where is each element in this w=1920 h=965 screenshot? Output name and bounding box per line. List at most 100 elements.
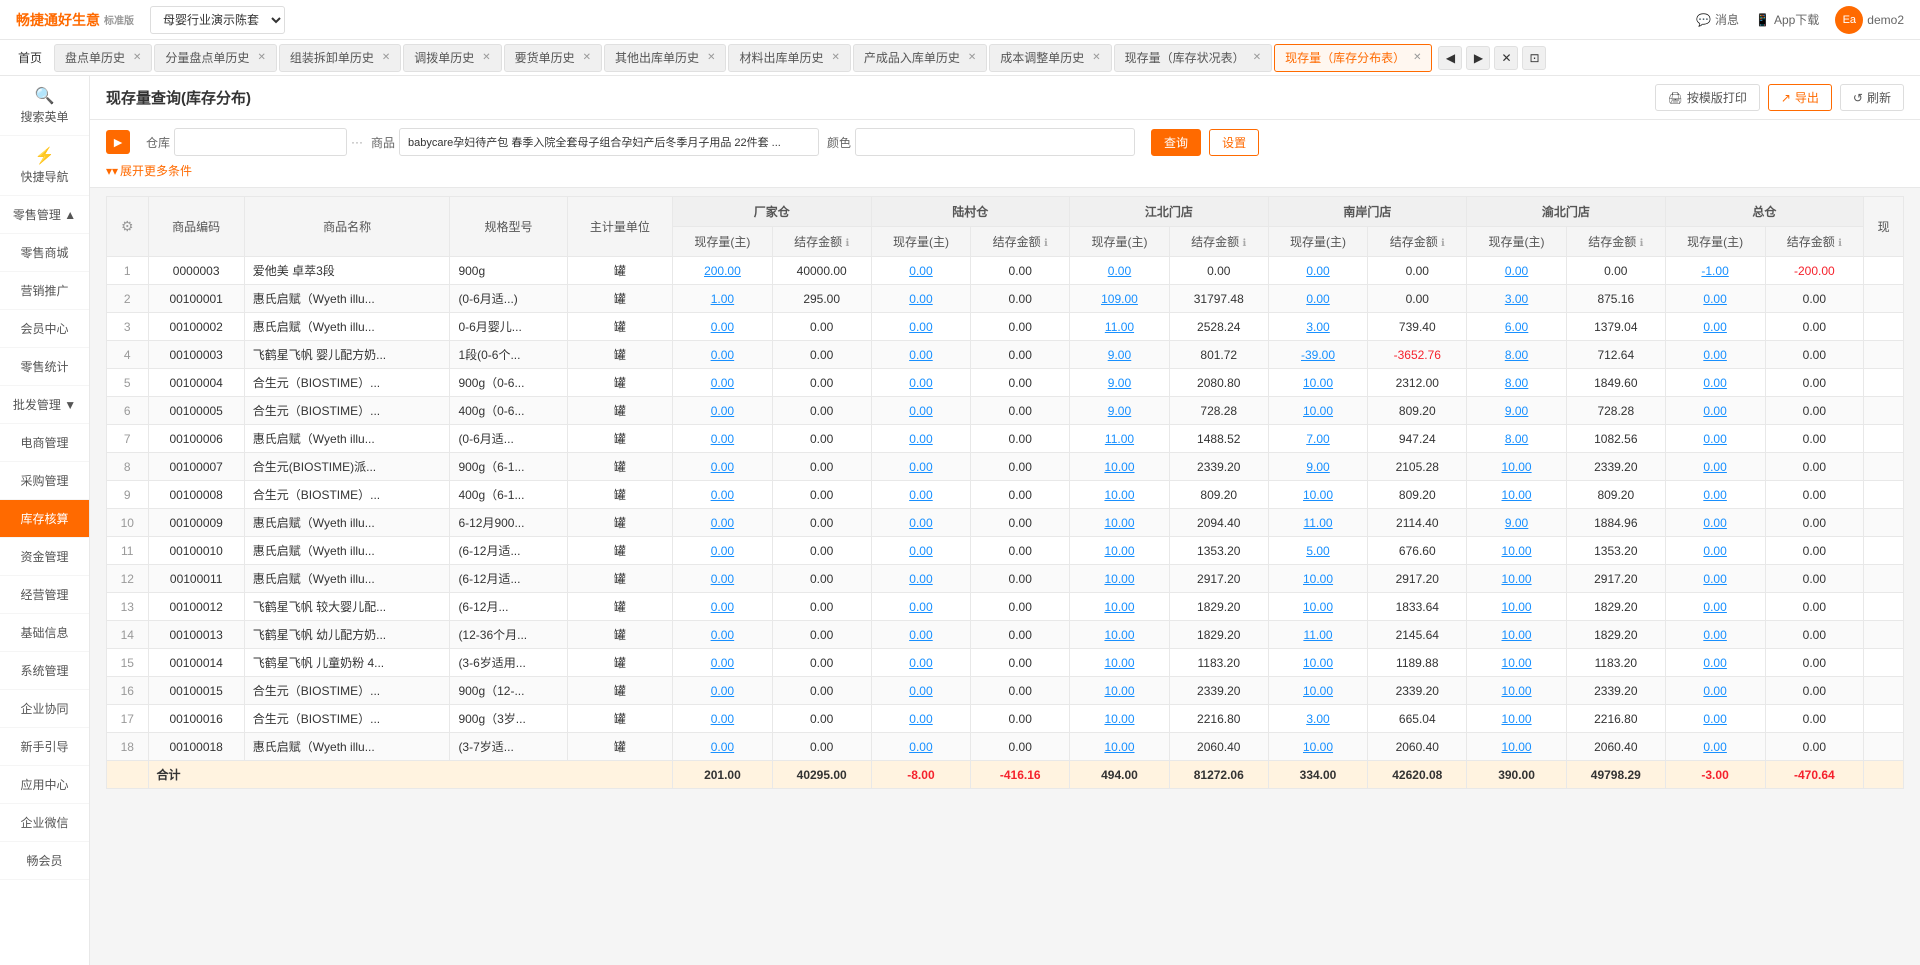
close-icon[interactable]: ✕ [1253, 52, 1261, 63]
sidebar-item-wholesale[interactable]: 批发管理 ▼ [0, 386, 89, 424]
table-cell[interactable]: 10.00 [1268, 397, 1368, 425]
product-input[interactable] [399, 128, 819, 156]
table-cell[interactable]: 10.00 [1268, 593, 1368, 621]
table-cell[interactable]: 0.00 [871, 705, 971, 733]
tab-stock-status[interactable]: 现存量（库存状况表）✕ [1114, 44, 1272, 72]
expand-conditions-btn[interactable]: ▾▾ 展开更多条件 [106, 162, 1904, 179]
table-cell[interactable]: 109.00 [1070, 285, 1170, 313]
table-cell[interactable]: 0.00 [673, 397, 773, 425]
table-cell[interactable]: 0.00 [673, 593, 773, 621]
table-cell[interactable]: 10.00 [1070, 565, 1170, 593]
table-cell[interactable]: 0.00 [673, 481, 773, 509]
table-cell[interactable]: 0.00 [673, 649, 773, 677]
table-cell[interactable]: 1.00 [673, 285, 773, 313]
table-cell[interactable]: 0.00 [1268, 285, 1368, 313]
table-cell[interactable]: 10.00 [1070, 537, 1170, 565]
table-cell[interactable]: 0.00 [1665, 593, 1765, 621]
table-cell[interactable]: 10.00 [1070, 453, 1170, 481]
close-icon[interactable]: ✕ [583, 52, 591, 63]
sidebar-item-purchase[interactable]: 采购管理 [0, 462, 89, 500]
table-cell[interactable]: 0.00 [1665, 621, 1765, 649]
industry-selector[interactable]: 母婴行业演示陈套 [150, 6, 285, 34]
table-cell[interactable]: 11.00 [1070, 425, 1170, 453]
table-cell[interactable]: 10.00 [1070, 509, 1170, 537]
table-cell[interactable]: 11.00 [1268, 621, 1368, 649]
sidebar-item-member2[interactable]: 畅会员 [0, 842, 89, 880]
table-cell[interactable]: 8.00 [1467, 341, 1567, 369]
warehouse-input[interactable] [174, 128, 347, 156]
table-cell[interactable]: 10.00 [1467, 565, 1567, 593]
table-cell[interactable]: 5.00 [1268, 537, 1368, 565]
table-cell[interactable]: 0.00 [1467, 257, 1567, 285]
table-cell[interactable]: 0.00 [1070, 257, 1170, 285]
sidebar-item-member[interactable]: 会员中心 [0, 310, 89, 348]
tab-count-history[interactable]: 盘点单历史 ✕ [54, 44, 152, 72]
table-cell[interactable]: 10.00 [1467, 537, 1567, 565]
sidebar-item-enterprise[interactable]: 企业协同 [0, 690, 89, 728]
table-cell[interactable]: 10.00 [1467, 705, 1567, 733]
table-cell[interactable]: 0.00 [1665, 705, 1765, 733]
table-cell[interactable]: 3.00 [1268, 313, 1368, 341]
table-cell[interactable]: 0.00 [871, 649, 971, 677]
tab-assembly[interactable]: 组装拆卸单历史 ✕ [279, 44, 401, 72]
sidebar-item-operations[interactable]: 经营管理 [0, 576, 89, 614]
table-cell[interactable]: 3.00 [1268, 705, 1368, 733]
sidebar-item-nav[interactable]: ⚡ 快捷导航 [0, 136, 89, 196]
table-cell[interactable]: 200.00 [673, 257, 773, 285]
table-cell[interactable]: 0.00 [673, 425, 773, 453]
table-cell[interactable]: 0.00 [871, 369, 971, 397]
table-cell[interactable]: 0.00 [673, 677, 773, 705]
table-cell[interactable]: 0.00 [673, 313, 773, 341]
table-cell[interactable]: 7.00 [1268, 425, 1368, 453]
table-cell[interactable]: 0.00 [871, 257, 971, 285]
table-cell[interactable]: 10.00 [1070, 593, 1170, 621]
table-cell[interactable]: 0.00 [1665, 509, 1765, 537]
table-cell[interactable]: 0.00 [871, 397, 971, 425]
table-cell[interactable]: 10.00 [1070, 705, 1170, 733]
table-cell[interactable]: 10.00 [1467, 621, 1567, 649]
column-settings-icon[interactable]: ⚙ [121, 218, 134, 234]
table-cell[interactable]: 9.00 [1268, 453, 1368, 481]
table-cell[interactable]: 10.00 [1268, 481, 1368, 509]
refresh-btn[interactable]: ↺ 刷新 [1840, 84, 1904, 111]
tab-close-all-btn[interactable]: ✕ [1494, 46, 1518, 70]
table-cell[interactable]: 10.00 [1467, 453, 1567, 481]
sidebar-item-retail[interactable]: 零售管理 ▲ [0, 196, 89, 234]
close-icon[interactable]: ✕ [482, 52, 490, 63]
table-cell[interactable]: 0.00 [673, 705, 773, 733]
table-cell[interactable]: 0.00 [1665, 677, 1765, 705]
table-cell[interactable]: 10.00 [1268, 565, 1368, 593]
table-cell[interactable]: 10.00 [1467, 677, 1567, 705]
table-cell[interactable]: 10.00 [1268, 733, 1368, 761]
sidebar-item-marketing[interactable]: 营销推广 [0, 272, 89, 310]
sidebar-item-basics[interactable]: 基础信息 [0, 614, 89, 652]
tab-next-btn[interactable]: ▶ [1466, 46, 1490, 70]
table-cell[interactable]: 10.00 [1467, 649, 1567, 677]
close-icon[interactable]: ✕ [968, 52, 976, 63]
filter-toggle-btn[interactable]: ► [106, 130, 130, 154]
sidebar-item-retail-stats[interactable]: 零售统计 [0, 348, 89, 386]
table-cell[interactable]: 0.00 [1665, 285, 1765, 313]
table-cell[interactable]: 0.00 [1665, 537, 1765, 565]
tab-material-out[interactable]: 材料出库单历史 ✕ [728, 44, 850, 72]
close-icon[interactable]: ✕ [133, 52, 141, 63]
table-cell[interactable]: 10.00 [1070, 649, 1170, 677]
table-cell[interactable]: 11.00 [1070, 313, 1170, 341]
table-cell[interactable]: 9.00 [1467, 509, 1567, 537]
tab-purchase[interactable]: 要货单历史 ✕ [504, 44, 602, 72]
export-btn[interactable]: ↗ 导出 [1768, 84, 1832, 111]
table-cell[interactable]: 10.00 [1467, 733, 1567, 761]
table-cell[interactable]: 0.00 [673, 509, 773, 537]
table-cell[interactable]: 0.00 [1665, 733, 1765, 761]
tab-prev-btn[interactable]: ◀ [1438, 46, 1462, 70]
close-icon[interactable]: ✕ [1413, 52, 1421, 63]
table-cell[interactable]: 0.00 [871, 481, 971, 509]
query-btn[interactable]: 查询 [1151, 129, 1201, 156]
table-cell[interactable]: 0.00 [871, 509, 971, 537]
sidebar-item-inventory[interactable]: 库存核算 [0, 500, 89, 538]
table-cell[interactable]: 0.00 [871, 537, 971, 565]
tab-branch-count[interactable]: 分量盘点单历史 ✕ [154, 44, 276, 72]
table-cell[interactable]: 9.00 [1467, 397, 1567, 425]
message-btn[interactable]: 💬 消息 [1696, 11, 1739, 28]
table-cell[interactable]: 0.00 [673, 341, 773, 369]
